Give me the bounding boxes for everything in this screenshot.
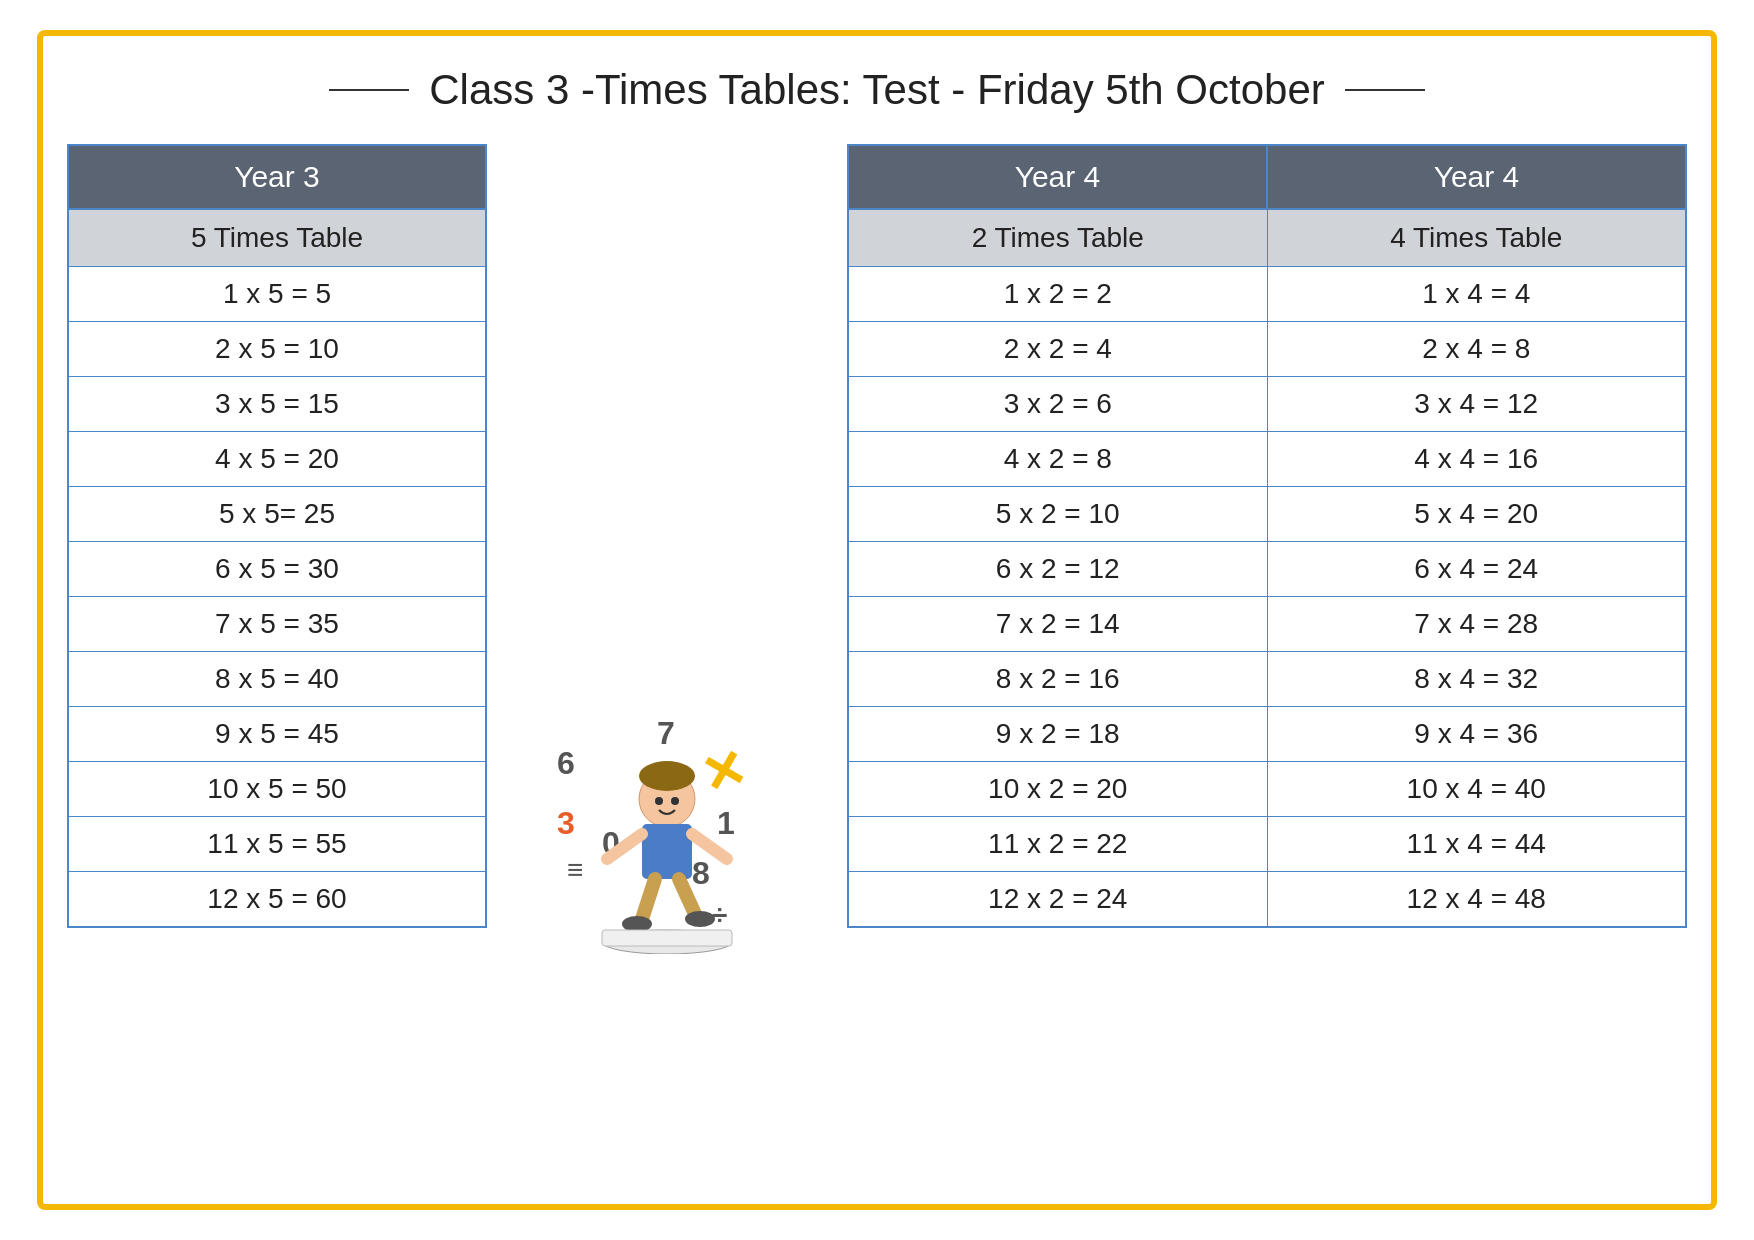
kid-svg: 6 7 3 0 1 8 ≡ ÷ ✕ xyxy=(547,714,787,954)
svg-text:3: 3 xyxy=(557,805,575,841)
year3-header: Year 3 xyxy=(68,145,486,209)
svg-text:✕: ✕ xyxy=(695,738,753,805)
table-row: 9 x 5 = 45 xyxy=(68,707,486,762)
title-line-left xyxy=(329,89,409,91)
table-row: 3 x 2 = 6 xyxy=(848,377,1267,432)
table-row: 1 x 4 = 4 xyxy=(1267,267,1686,322)
table-row: 6 x 5 = 30 xyxy=(68,542,486,597)
table-row: 1 x 2 = 2 xyxy=(848,267,1267,322)
year4-table: Year 4 Year 4 2 Times Table 4 Times Tabl… xyxy=(847,144,1687,928)
year3-subheader: 5 Times Table xyxy=(68,209,486,267)
table-row: 8 x 2 = 16 xyxy=(848,652,1267,707)
table-row: 11 x 5 = 55 xyxy=(68,817,486,872)
year3-section: Year 3 5 Times Table 1 x 5 = 52 x 5 = 10… xyxy=(67,144,487,928)
year4-col1-subheader: 2 Times Table xyxy=(848,209,1267,267)
table-row: 4 x 4 = 16 xyxy=(1267,432,1686,487)
table-row: 2 x 5 = 10 xyxy=(68,322,486,377)
table-row: 12 x 2 = 24 xyxy=(848,872,1267,928)
table-row: 3 x 4 = 12 xyxy=(1267,377,1686,432)
svg-rect-11 xyxy=(642,824,692,879)
table-row: 6 x 4 = 24 xyxy=(1267,542,1686,597)
table-row: 4 x 5 = 20 xyxy=(68,432,486,487)
title-text: Class 3 -Times Tables: Test - Friday 5th… xyxy=(429,66,1325,114)
svg-point-19 xyxy=(671,797,679,805)
table-row: 10 x 4 = 40 xyxy=(1267,762,1686,817)
page-title: Class 3 -Times Tables: Test - Friday 5th… xyxy=(329,66,1425,114)
page-container: Class 3 -Times Tables: Test - Friday 5th… xyxy=(37,30,1717,1210)
table-row: 5 x 5= 25 xyxy=(68,487,486,542)
table-row: 8 x 4 = 32 xyxy=(1267,652,1686,707)
svg-text:8: 8 xyxy=(692,855,710,891)
table-row: 11 x 4 = 44 xyxy=(1267,817,1686,872)
table-row: 5 x 4 = 20 xyxy=(1267,487,1686,542)
table-row: 10 x 2 = 20 xyxy=(848,762,1267,817)
tables-area: Year 3 5 Times Table 1 x 5 = 52 x 5 = 10… xyxy=(83,144,1671,964)
table-row: 5 x 2 = 10 xyxy=(848,487,1267,542)
table-row: 9 x 2 = 18 xyxy=(848,707,1267,762)
table-row: 9 x 4 = 36 xyxy=(1267,707,1686,762)
table-row: 12 x 5 = 60 xyxy=(68,872,486,928)
table-row: 7 x 2 = 14 xyxy=(848,597,1267,652)
svg-text:÷: ÷ xyxy=(712,899,727,930)
table-row: 4 x 2 = 8 xyxy=(848,432,1267,487)
svg-text:1: 1 xyxy=(717,805,735,841)
svg-text:≡: ≡ xyxy=(567,854,583,885)
svg-text:7: 7 xyxy=(657,715,675,751)
year4-col2-subheader: 4 Times Table xyxy=(1267,209,1686,267)
svg-rect-21 xyxy=(602,930,732,946)
table-row: 1 x 5 = 5 xyxy=(68,267,486,322)
svg-point-17 xyxy=(685,911,715,927)
svg-point-18 xyxy=(655,797,663,805)
table-row: 2 x 4 = 8 xyxy=(1267,322,1686,377)
table-row: 2 x 2 = 4 xyxy=(848,322,1267,377)
year3-table: Year 3 5 Times Table 1 x 5 = 52 x 5 = 10… xyxy=(67,144,487,928)
table-row: 7 x 4 = 28 xyxy=(1267,597,1686,652)
table-row: 10 x 5 = 50 xyxy=(68,762,486,817)
table-row: 6 x 2 = 12 xyxy=(848,542,1267,597)
svg-line-14 xyxy=(642,879,655,919)
table-row: 12 x 4 = 48 xyxy=(1267,872,1686,928)
year4-col1-header: Year 4 xyxy=(848,145,1267,209)
year4-col2-header: Year 4 xyxy=(1267,145,1686,209)
table-row: 11 x 2 = 22 xyxy=(848,817,1267,872)
title-line-right xyxy=(1345,89,1425,91)
table-row: 8 x 5 = 40 xyxy=(68,652,486,707)
math-illustration: 6 7 3 0 1 8 ≡ ÷ ✕ xyxy=(547,704,787,964)
year4-section: Year 4 Year 4 2 Times Table 4 Times Tabl… xyxy=(847,144,1687,928)
svg-point-10 xyxy=(639,761,695,791)
svg-text:6: 6 xyxy=(557,745,575,781)
table-row: 3 x 5 = 15 xyxy=(68,377,486,432)
table-row: 7 x 5 = 35 xyxy=(68,597,486,652)
